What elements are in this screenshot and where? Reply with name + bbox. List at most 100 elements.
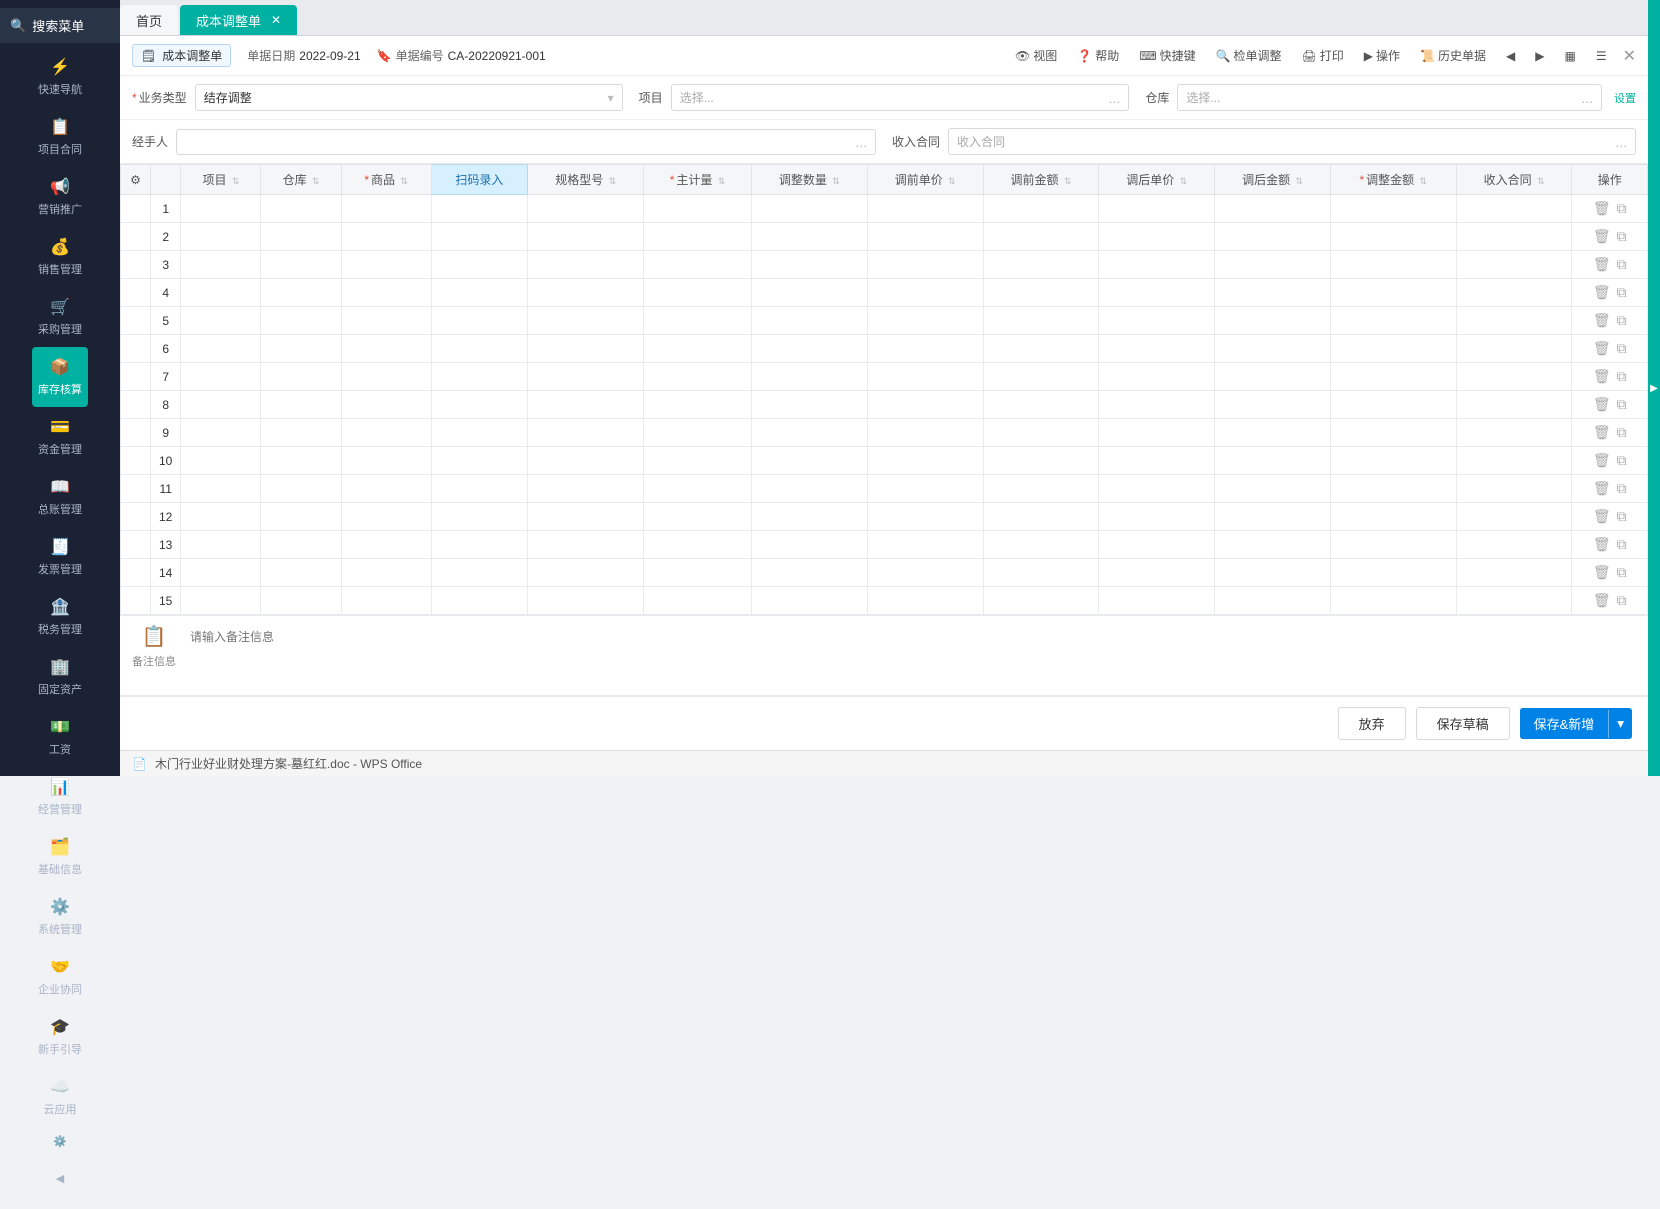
cell-before-price-4[interactable] (867, 279, 983, 307)
cell-product-11[interactable] (341, 475, 431, 503)
cell-after-amount-11[interactable] (1215, 475, 1331, 503)
col-warehouse[interactable]: 仓库 ⇅ (261, 165, 341, 195)
copy-row-13-icon[interactable]: ⧉ (1617, 536, 1627, 553)
cell-before-amount-5[interactable] (983, 307, 1099, 335)
cell-scan-5[interactable] (431, 307, 528, 335)
cell-adjust-amount-9[interactable] (1330, 419, 1456, 447)
cell-unit-11[interactable] (644, 475, 752, 503)
cell-income-contract-4[interactable] (1456, 279, 1572, 307)
cell-before-amount-11[interactable] (983, 475, 1099, 503)
cell-income-contract-5[interactable] (1456, 307, 1572, 335)
cell-after-amount-3[interactable] (1215, 251, 1331, 279)
cell-before-price-3[interactable] (867, 251, 983, 279)
cell-unit-2[interactable] (644, 223, 752, 251)
cell-adjust-qty-4[interactable] (751, 279, 867, 307)
action-check-adjust[interactable]: 🔍 检单调整 (1212, 45, 1286, 66)
col-after-price-sort[interactable]: ⇅ (1180, 176, 1188, 186)
cell-unit-6[interactable] (644, 335, 752, 363)
cell-after-price-10[interactable] (1099, 447, 1215, 475)
cell-adjust-qty-13[interactable] (751, 531, 867, 559)
cell-warehouse-3[interactable] (261, 251, 341, 279)
cell-before-amount-3[interactable] (983, 251, 1099, 279)
cell-warehouse-15[interactable] (261, 587, 341, 615)
tab-cost-adjust[interactable]: 成本调整单 ✕ (180, 5, 297, 35)
cell-warehouse-10[interactable] (261, 447, 341, 475)
cell-adjust-amount-2[interactable] (1330, 223, 1456, 251)
sidebar-item-quick-nav[interactable]: ⚡快速导航 (32, 47, 88, 107)
cell-product-15[interactable] (341, 587, 431, 615)
cell-after-amount-7[interactable] (1215, 363, 1331, 391)
cell-before-price-11[interactable] (867, 475, 983, 503)
col-warehouse-sort[interactable]: ⇅ (312, 176, 320, 186)
col-before-amount[interactable]: 调前金额 ⇅ (983, 165, 1099, 195)
nav-prev[interactable]: ◀ (1502, 47, 1519, 65)
cell-after-amount-13[interactable] (1215, 531, 1331, 559)
cell-after-price-7[interactable] (1099, 363, 1215, 391)
col-income-contract[interactable]: 收入合同 ⇅ (1456, 165, 1572, 195)
sidebar-item-new-guide[interactable]: 🎓新手引导 (32, 1007, 88, 1067)
cell-scan-6[interactable] (431, 335, 528, 363)
copy-row-2-icon[interactable]: ⧉ (1617, 228, 1627, 245)
cell-adjust-qty-12[interactable] (751, 503, 867, 531)
copy-row-5-icon[interactable]: ⧉ (1617, 312, 1627, 329)
col-spec-sort[interactable]: ⇅ (609, 176, 617, 186)
col-before-amount-sort[interactable]: ⇅ (1064, 176, 1072, 186)
cell-income-contract-9[interactable] (1456, 419, 1572, 447)
cell-product-6[interactable] (341, 335, 431, 363)
handler-input[interactable]: ... (176, 129, 876, 155)
sidebar-item-ops[interactable]: 📊经营管理 (32, 767, 88, 827)
cell-project-1[interactable] (181, 195, 261, 223)
cell-after-price-2[interactable] (1099, 223, 1215, 251)
cell-spec-14[interactable] (528, 559, 644, 587)
cell-warehouse-13[interactable] (261, 531, 341, 559)
cell-before-price-5[interactable] (867, 307, 983, 335)
sidebar-item-finance[interactable]: 💳资金管理 (32, 407, 88, 467)
cell-scan-14[interactable] (431, 559, 528, 587)
delete-row-12-icon[interactable]: 🗑 (1593, 508, 1611, 525)
cell-product-1[interactable] (341, 195, 431, 223)
doc-close-button[interactable]: ✕ (1623, 46, 1636, 66)
delete-row-6-icon[interactable]: 🗑 (1593, 340, 1611, 357)
cell-spec-12[interactable] (528, 503, 644, 531)
cell-adjust-qty-3[interactable] (751, 251, 867, 279)
cell-scan-2[interactable] (431, 223, 528, 251)
cell-adjust-amount-6[interactable] (1330, 335, 1456, 363)
action-print[interactable]: 🖨 打印 (1298, 45, 1348, 66)
cell-adjust-qty-9[interactable] (751, 419, 867, 447)
cell-before-price-15[interactable] (867, 587, 983, 615)
action-shortcut[interactable]: ⌨ 快捷键 (1135, 45, 1199, 66)
sidebar-item-sys-settings[interactable]: ⚙️系统管理 (32, 887, 88, 947)
cell-unit-15[interactable] (644, 587, 752, 615)
copy-row-12-icon[interactable]: ⧉ (1617, 508, 1627, 525)
cell-scan-8[interactable] (431, 391, 528, 419)
cell-product-9[interactable] (341, 419, 431, 447)
cell-project-15[interactable] (181, 587, 261, 615)
cell-warehouse-7[interactable] (261, 363, 341, 391)
cell-after-amount-8[interactable] (1215, 391, 1331, 419)
cell-project-11[interactable] (181, 475, 261, 503)
sidebar-item-sales[interactable]: 💰销售管理 (32, 227, 88, 287)
cell-after-price-12[interactable] (1099, 503, 1215, 531)
sidebar-item-invoice[interactable]: 🧾发票管理 (32, 527, 88, 587)
col-before-price-sort[interactable]: ⇅ (948, 176, 956, 186)
cell-unit-14[interactable] (644, 559, 752, 587)
sidebar-bottom-settings[interactable]: ⚙️ (0, 1127, 120, 1156)
cell-after-amount-15[interactable] (1215, 587, 1331, 615)
copy-row-4-icon[interactable]: ⧉ (1617, 284, 1627, 301)
cell-project-8[interactable] (181, 391, 261, 419)
cell-before-amount-12[interactable] (983, 503, 1099, 531)
cell-after-price-14[interactable] (1099, 559, 1215, 587)
delete-row-4-icon[interactable]: 🗑 (1593, 284, 1611, 301)
cell-unit-9[interactable] (644, 419, 752, 447)
sidebar-search[interactable]: 🔍 搜索菜单 (0, 8, 120, 43)
cell-spec-13[interactable] (528, 531, 644, 559)
project-input[interactable]: 选择... ... (671, 84, 1130, 111)
copy-row-9-icon[interactable]: ⧉ (1617, 424, 1627, 441)
col-after-price[interactable]: 调后单价 ⇅ (1099, 165, 1215, 195)
cell-unit-13[interactable] (644, 531, 752, 559)
cell-after-price-3[interactable] (1099, 251, 1215, 279)
nav-next[interactable]: ▶ (1531, 47, 1548, 65)
cell-income-contract-15[interactable] (1456, 587, 1572, 615)
save-new-main-button[interactable]: 保存&新增 (1520, 708, 1609, 739)
delete-row-5-icon[interactable]: 🗑 (1593, 312, 1611, 329)
